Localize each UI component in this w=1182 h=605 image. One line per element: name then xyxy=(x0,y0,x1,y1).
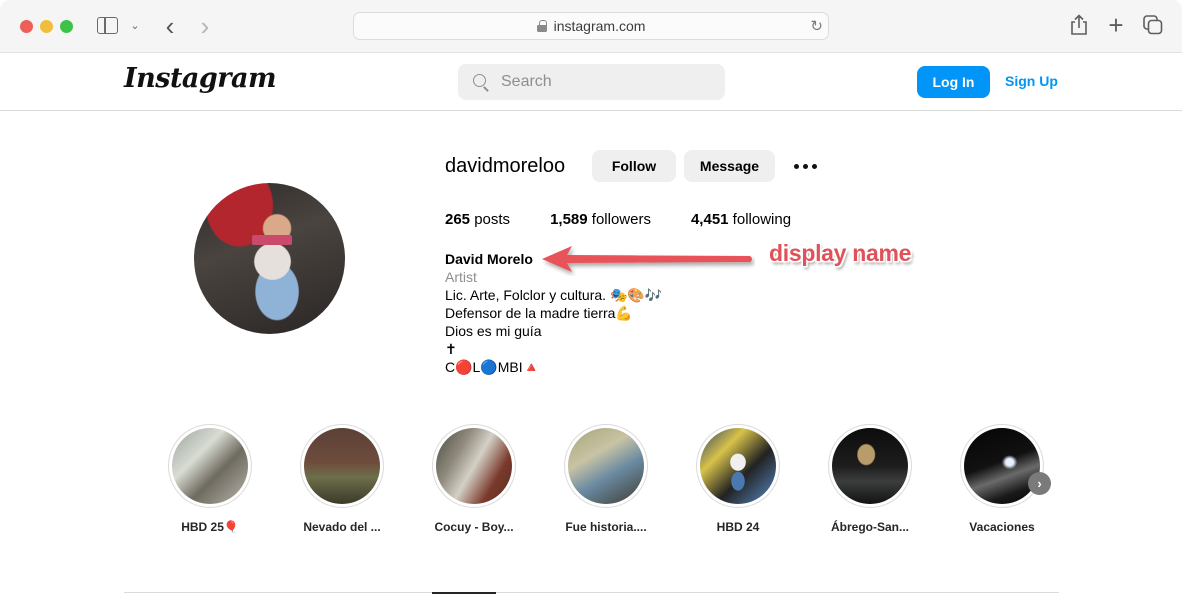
highlight-item[interactable]: Nevado del ... xyxy=(292,424,392,534)
bio-line: ✝ xyxy=(445,341,457,357)
highlight-label: Vacaciones xyxy=(969,520,1035,534)
highlight-label: Ábrego-San... xyxy=(830,520,909,534)
bio-line: Lic. Arte, Folclor y cultura. 🎭🎨🎶 xyxy=(445,287,663,303)
bio-line: Dios es mi guía xyxy=(445,323,542,339)
highlight-ring xyxy=(828,424,912,508)
message-button[interactable]: Message xyxy=(684,150,775,182)
bio-line: Defensor de la madre tierra💪 xyxy=(445,305,633,321)
highlight-item[interactable]: Fue historia.... xyxy=(556,424,656,534)
sidebar-icon[interactable] xyxy=(97,17,118,34)
reload-icon[interactable]: ↻ xyxy=(810,17,823,35)
highlight-thumbnail xyxy=(304,428,380,504)
highlight-label: Fue historia.... xyxy=(565,520,647,534)
profile-avatar[interactable] xyxy=(194,183,345,334)
search-input[interactable] xyxy=(501,73,701,91)
posts-stat[interactable]: 265 posts xyxy=(445,211,510,228)
posts-label: posts xyxy=(470,211,511,228)
profile-stats: 265 posts 1,589 followers 4,451 followin… xyxy=(445,211,831,228)
highlight-thumbnail xyxy=(700,428,776,504)
followers-label: followers xyxy=(587,211,651,228)
search-box[interactable] xyxy=(458,64,725,100)
highlight-ring xyxy=(564,424,648,508)
highlight-label: HBD 24 xyxy=(716,520,760,534)
instagram-logo[interactable]: Instagram xyxy=(124,63,277,94)
following-label: following xyxy=(728,211,792,228)
zoom-window-button[interactable] xyxy=(60,20,73,33)
profile-username: davidmoreloo xyxy=(445,155,566,177)
browser-window: ⌄ ‹ › instagram.com ↻ + Instagram Search… xyxy=(0,0,1182,605)
followers-count: 1,589 xyxy=(550,211,588,228)
log-in-button[interactable]: Log In xyxy=(917,66,990,98)
posts-count: 265 xyxy=(445,211,471,228)
address-bar[interactable]: instagram.com ↻ xyxy=(353,12,829,40)
follow-button[interactable]: Follow xyxy=(592,150,676,182)
highlight-label: Nevado del ... xyxy=(303,520,381,534)
tab-overview-icon[interactable] xyxy=(1143,15,1163,35)
annotation-label: display name xyxy=(769,240,912,266)
highlight-thumbnail xyxy=(964,428,1040,504)
active-tab-indicator xyxy=(432,592,496,594)
sign-up-link[interactable]: Sign Up xyxy=(1005,73,1058,89)
share-icon[interactable] xyxy=(1069,14,1089,36)
highlight-item[interactable]: HBD 24 xyxy=(688,424,788,534)
annotation-arrow xyxy=(542,246,752,272)
minimize-window-button[interactable] xyxy=(40,20,53,33)
search-icon xyxy=(473,74,489,90)
tabs-divider xyxy=(124,592,1059,593)
highlight-ring xyxy=(432,424,516,508)
lock-icon xyxy=(536,20,547,32)
highlight-label: HBD 25🎈 xyxy=(181,520,239,534)
highlight-ring xyxy=(696,424,780,508)
close-window-button[interactable] xyxy=(20,20,33,33)
followers-stat[interactable]: 1,589 followers xyxy=(550,211,651,228)
back-icon[interactable]: ‹ xyxy=(160,11,180,41)
following-count: 4,451 xyxy=(690,211,729,228)
url-text: instagram.com xyxy=(553,18,646,34)
highlight-ring xyxy=(960,424,1044,508)
highlight-label: Cocuy - Boy... xyxy=(434,520,514,534)
browser-toolbar: ⌄ ‹ › instagram.com ↻ + xyxy=(0,0,1182,53)
highlights-next-button[interactable]: › xyxy=(1028,472,1051,495)
highlight-thumbnail xyxy=(172,428,248,504)
following-stat[interactable]: 4,451 following xyxy=(691,211,791,228)
avatar-shirt-detail xyxy=(252,235,292,245)
instagram-header: Instagram Log In Sign Up xyxy=(0,53,1182,111)
highlight-item[interactable]: HBD 25🎈 xyxy=(160,424,260,534)
highlight-item[interactable]: Cocuy - Boy... xyxy=(424,424,524,534)
highlight-ring xyxy=(168,424,252,508)
new-tab-icon[interactable]: + xyxy=(1105,10,1127,40)
more-options-icon[interactable] xyxy=(790,155,820,177)
highlight-thumbnail xyxy=(568,428,644,504)
highlight-item[interactable]: Ábrego-San... xyxy=(820,424,920,534)
forward-icon[interactable]: › xyxy=(195,11,215,41)
highlight-thumbnail xyxy=(832,428,908,504)
highlight-thumbnail xyxy=(436,428,512,504)
bio-line: C🔴L🔵MBI🔺 xyxy=(445,359,541,375)
chevron-down-icon[interactable]: ⌄ xyxy=(128,17,142,33)
story-highlights: HBD 25🎈 Nevado del ... Cocuy - Boy... Fu… xyxy=(160,424,1060,544)
highlight-ring xyxy=(300,424,384,508)
